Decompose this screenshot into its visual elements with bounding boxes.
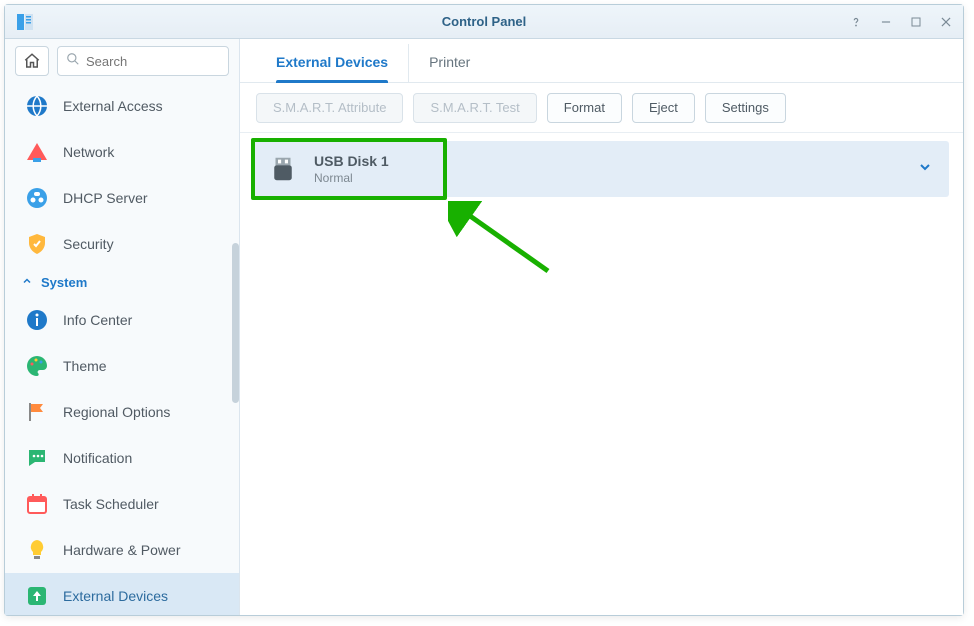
globe-icon	[25, 94, 49, 118]
tabs: External Devices Printer	[240, 39, 963, 83]
search-box[interactable]	[57, 46, 229, 76]
sidebar-item-label: DHCP Server	[63, 190, 148, 206]
network-icon	[25, 140, 49, 164]
sidebar-item-label: Info Center	[63, 312, 132, 328]
device-row-usb-disk-1[interactable]: USB Disk 1 Normal	[254, 141, 949, 197]
bulb-icon	[25, 538, 49, 562]
sidebar-item-notification[interactable]: Notification	[5, 435, 239, 481]
sidebar-item-label: Theme	[63, 358, 107, 374]
sidebar-scrollbar[interactable]	[232, 243, 239, 403]
flags-icon	[25, 400, 49, 424]
search-icon	[66, 52, 80, 71]
close-button[interactable]	[935, 11, 957, 33]
sidebar-item-dhcp-server[interactable]: DHCP Server	[5, 175, 239, 221]
sidebar-item-regional-options[interactable]: Regional Options	[5, 389, 239, 435]
sidebar-item-task-scheduler[interactable]: Task Scheduler	[5, 481, 239, 527]
info-icon	[25, 308, 49, 332]
sidebar-section-system[interactable]: System	[5, 267, 239, 297]
format-button[interactable]: Format	[547, 93, 622, 123]
dhcp-icon	[25, 186, 49, 210]
sidebar-item-external-devices[interactable]: External Devices	[5, 573, 239, 615]
chevron-up-icon	[21, 275, 33, 290]
chevron-down-icon	[917, 159, 933, 180]
sidebar-item-label: Security	[63, 236, 114, 252]
sidebar-section-label: System	[41, 275, 87, 290]
home-button[interactable]	[15, 46, 49, 76]
sidebar-item-label: Notification	[63, 450, 132, 466]
toolbar: S.M.A.R.T. Attribute S.M.A.R.T. Test For…	[240, 83, 963, 133]
sidebar-item-theme[interactable]: Theme	[5, 343, 239, 389]
titlebar: Control Panel	[5, 5, 963, 39]
minimize-button[interactable]	[875, 11, 897, 33]
smart-attribute-button[interactable]: S.M.A.R.T. Attribute	[256, 93, 403, 123]
sidebar-item-label: External Access	[63, 98, 163, 114]
upload-icon	[25, 584, 49, 608]
help-button[interactable]	[845, 11, 867, 33]
device-status: Normal	[314, 171, 903, 185]
eject-button[interactable]: Eject	[632, 93, 695, 123]
sidebar-item-hardware-power[interactable]: Hardware & Power	[5, 527, 239, 573]
tab-printer[interactable]: Printer	[408, 44, 490, 82]
annotation-arrow	[448, 201, 568, 281]
sidebar: External Access Network DHCP Server	[5, 39, 240, 615]
sidebar-item-label: External Devices	[63, 588, 168, 604]
maximize-button[interactable]	[905, 11, 927, 33]
tab-label: External Devices	[276, 54, 388, 70]
sidebar-item-label: Network	[63, 144, 114, 160]
window-title: Control Panel	[5, 14, 963, 29]
sidebar-item-external-access[interactable]: External Access	[5, 83, 239, 129]
settings-button[interactable]: Settings	[705, 93, 786, 123]
calendar-icon	[25, 492, 49, 516]
tab-external-devices[interactable]: External Devices	[256, 44, 408, 82]
smart-test-button[interactable]: S.M.A.R.T. Test	[413, 93, 536, 123]
tab-label: Printer	[429, 54, 470, 70]
app-icon	[15, 12, 35, 32]
sidebar-item-security[interactable]: Security	[5, 221, 239, 267]
shield-icon	[25, 232, 49, 256]
sidebar-item-network[interactable]: Network	[5, 129, 239, 175]
search-input[interactable]	[86, 54, 220, 69]
sidebar-item-info-center[interactable]: Info Center	[5, 297, 239, 343]
sidebar-item-label: Task Scheduler	[63, 496, 159, 512]
sidebar-item-label: Regional Options	[63, 404, 170, 420]
usb-disk-icon	[266, 152, 300, 186]
sidebar-item-label: Hardware & Power	[63, 542, 181, 558]
chat-icon	[25, 446, 49, 470]
palette-icon	[25, 354, 49, 378]
device-name: USB Disk 1	[314, 153, 903, 169]
